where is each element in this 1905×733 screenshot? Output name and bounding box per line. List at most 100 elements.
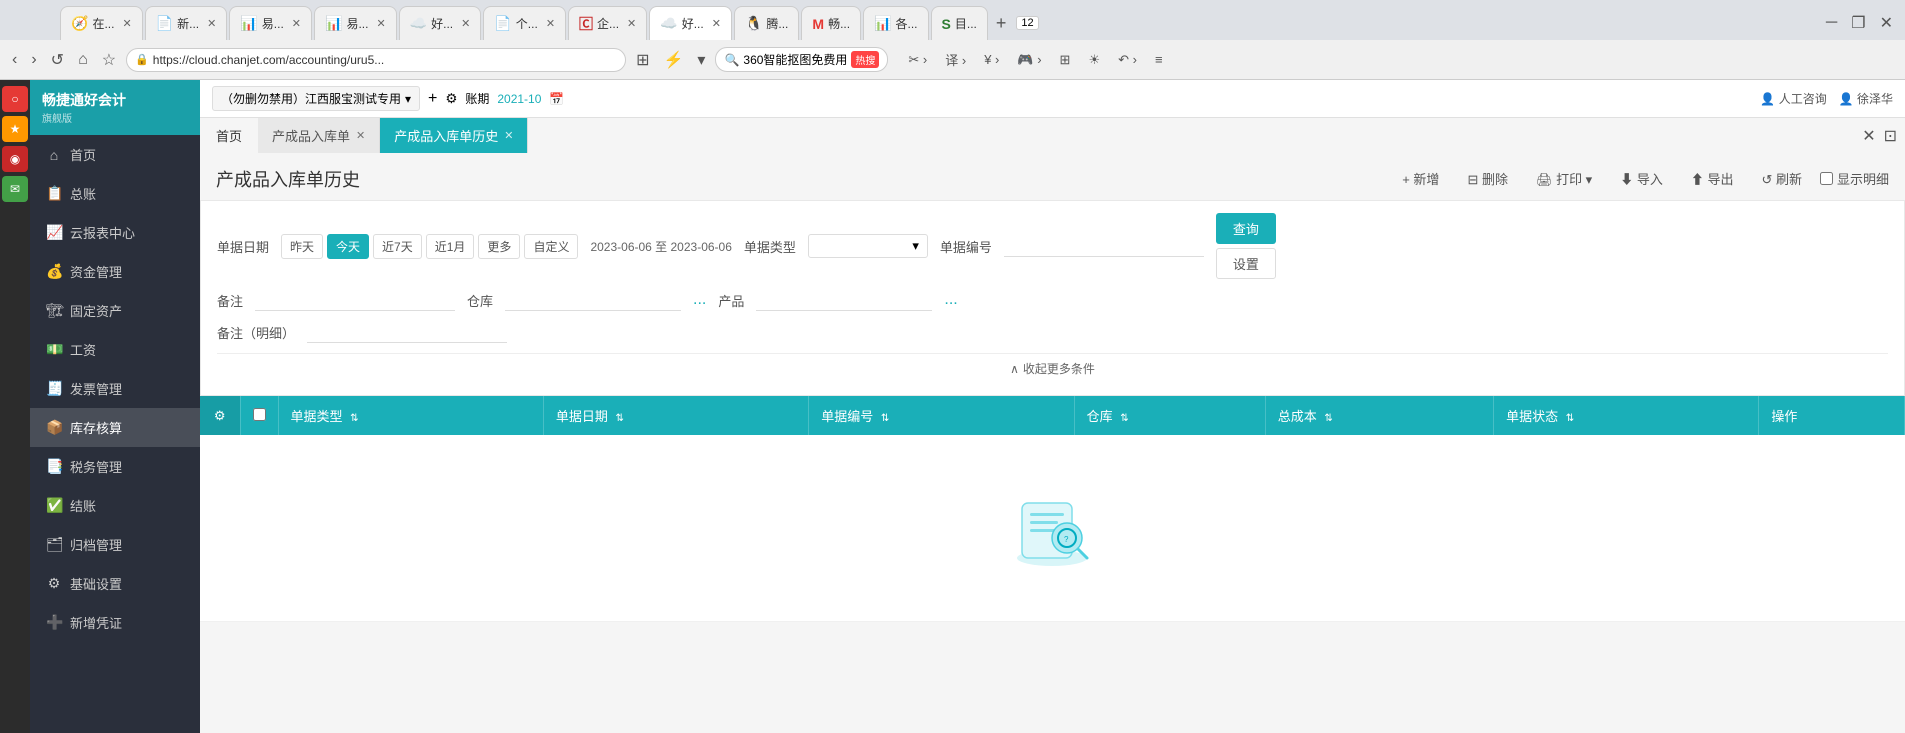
tab-8-close[interactable]: ✕ [712, 17, 721, 30]
export-button[interactable]: ⬆ 导出 [1681, 165, 1744, 192]
menu-button[interactable]: ≡ [1149, 50, 1169, 69]
breadcrumb-tab-list-close[interactable]: ✕ [356, 129, 365, 142]
product-input[interactable] [756, 289, 932, 311]
undo-button[interactable]: ↶ › [1112, 50, 1143, 70]
user-avatar[interactable]: 👤 徐泽华 [1839, 90, 1893, 107]
add-company-button[interactable]: + [428, 90, 437, 108]
warehouse-dots[interactable]: ... [693, 291, 706, 309]
th-type[interactable]: 单据类型 ⇅ [278, 396, 543, 435]
maximize-button[interactable]: ❐ [1847, 11, 1869, 35]
home-button[interactable]: ⌂ [74, 49, 92, 71]
period-value[interactable]: 2021-10 [497, 92, 541, 106]
settings-gear-button[interactable]: ⚙ [445, 91, 457, 107]
grid-button[interactable]: ⊞ [1054, 50, 1077, 70]
calendar-icon[interactable]: 📅 [549, 92, 564, 106]
tab-4[interactable]: 📊 易... ✕ [314, 6, 397, 40]
detail-note-input[interactable] [307, 321, 507, 343]
voucher-no-input[interactable] [1004, 235, 1204, 257]
print-button[interactable]: 🖨 打印 ▾ [1526, 165, 1602, 192]
breadcrumb-tab-history-close[interactable]: ✕ [504, 129, 513, 142]
display-detail-checkbox-label[interactable]: 显示明细 [1820, 169, 1889, 188]
search-box[interactable]: 🔍 360智能抠图免费用 热搜 [715, 47, 888, 72]
filter-settings-button[interactable]: 设置 [1216, 248, 1276, 279]
sidebar-item-reports[interactable]: 📈 云报表中心 [30, 213, 200, 252]
delete-button[interactable]: ⊟ 删除 [1457, 165, 1518, 192]
yuan-button[interactable]: ¥ › [978, 50, 1005, 69]
panel-expand-button[interactable]: ⊡ [1884, 126, 1897, 146]
th-cost[interactable]: 总成本 ⇅ [1265, 396, 1493, 435]
add-button[interactable]: + 新增 [1392, 165, 1449, 192]
tab-1-close[interactable]: ✕ [122, 17, 131, 30]
date-btn-yesterday[interactable]: 昨天 [281, 234, 323, 259]
flash-button[interactable]: ⚡ [659, 48, 687, 72]
sidebar-item-ledger[interactable]: 📋 总账 [30, 174, 200, 213]
tab-4-close[interactable]: ✕ [376, 17, 385, 30]
th-status[interactable]: 单据状态 ⇅ [1494, 396, 1759, 435]
sidebar-item-home[interactable]: ⌂ 首页 [30, 135, 200, 174]
date-btn-custom[interactable]: 自定义 [524, 234, 578, 259]
forward-button[interactable]: › [27, 49, 40, 71]
refresh-button[interactable]: ↺ 刷新 [1751, 165, 1812, 192]
theme-button[interactable]: ☀ [1082, 50, 1106, 70]
date-btn-week[interactable]: 近7天 [373, 234, 422, 259]
sidebar-item-settings[interactable]: ⚙ 基础设置 [30, 564, 200, 603]
collapse-button[interactable]: ∧ 收起更多条件 [217, 353, 1888, 383]
tab-10[interactable]: M 畅... [801, 6, 861, 40]
extensions-button[interactable]: ⊞ [632, 48, 653, 72]
tab-2-close[interactable]: ✕ [207, 17, 216, 30]
back-button[interactable]: ‹ [8, 49, 21, 71]
query-button[interactable]: 查询 [1216, 213, 1276, 244]
reload-button[interactable]: ↺ [47, 48, 68, 72]
panel-close-button[interactable]: ✕ [1862, 126, 1875, 146]
tab-7[interactable]: 🄲 企... ✕ [568, 6, 647, 40]
translate-button[interactable]: 译 › [939, 48, 972, 71]
import-button[interactable]: ⬇ 导入 [1610, 165, 1673, 192]
breadcrumb-tab-list[interactable]: 产成品入库单 ✕ [258, 118, 380, 153]
app-icon-1[interactable]: ○ [2, 86, 28, 112]
tab-3-close[interactable]: ✕ [292, 17, 301, 30]
app-icon-3[interactable]: ◉ [2, 146, 28, 172]
warehouse-input[interactable] [505, 289, 681, 311]
sidebar-item-invoice[interactable]: 🧾 发票管理 [30, 369, 200, 408]
note-input[interactable] [255, 289, 455, 311]
th-checkbox[interactable] [240, 396, 278, 435]
user-service-button[interactable]: 👤 人工咨询 [1760, 90, 1826, 107]
date-btn-today[interactable]: 今天 [327, 234, 369, 259]
sidebar-item-newbill[interactable]: ➕ 新增凭证 [30, 603, 200, 642]
tab-5-close[interactable]: ✕ [461, 17, 470, 30]
sidebar-item-checkout[interactable]: ✅ 结账 [30, 486, 200, 525]
tab-8[interactable]: ☁️ 好... ✕ [649, 6, 732, 40]
select-all-checkbox[interactable] [253, 408, 266, 421]
date-btn-more[interactable]: 更多 [478, 234, 520, 259]
tab-9[interactable]: 🐧 腾... [734, 6, 799, 40]
sidebar-item-funds[interactable]: 💰 资金管理 [30, 252, 200, 291]
new-tab-button[interactable]: + [990, 13, 1013, 34]
th-warehouse[interactable]: 仓库 ⇅ [1074, 396, 1265, 435]
close-button[interactable]: ✕ [1876, 11, 1897, 35]
voucher-type-dropdown[interactable]: ▾ [808, 234, 928, 258]
th-gear[interactable]: ⚙ [200, 396, 240, 435]
product-dots[interactable]: ... [944, 291, 957, 309]
breadcrumb-tab-history[interactable]: 产成品入库单历史 ✕ [380, 118, 528, 153]
scissors-button[interactable]: ✂ › [902, 50, 933, 70]
date-btn-month[interactable]: 近1月 [426, 234, 475, 259]
tab-7-close[interactable]: ✕ [627, 17, 636, 30]
th-no[interactable]: 单据编号 ⇅ [809, 396, 1074, 435]
tab-5[interactable]: ☁️ 好... ✕ [399, 6, 482, 40]
tab-11[interactable]: 📊 各... [863, 6, 928, 40]
display-detail-checkbox[interactable] [1820, 172, 1833, 185]
tab-6-close[interactable]: ✕ [546, 17, 555, 30]
minimize-button[interactable]: ─ [1822, 12, 1841, 34]
tab-6[interactable]: 📄 个... ✕ [483, 6, 566, 40]
sidebar-item-fixed[interactable]: 🏗 固定资产 [30, 291, 200, 330]
tab-3[interactable]: 📊 易... ✕ [229, 6, 312, 40]
sidebar-item-archive[interactable]: 🗂 归档管理 [30, 525, 200, 564]
breadcrumb-home[interactable]: 首页 [200, 118, 258, 153]
dropdown-button[interactable]: ▾ [693, 48, 709, 72]
company-selector[interactable]: （勿删勿禁用）江西服宝测试专用 ▾ [212, 86, 420, 111]
th-date[interactable]: 单据日期 ⇅ [543, 396, 808, 435]
tab-2[interactable]: 📄 新... ✕ [145, 6, 228, 40]
sidebar-item-tax[interactable]: 📑 税务管理 [30, 447, 200, 486]
app-icon-2[interactable]: ★ [2, 116, 28, 142]
bookmark-button[interactable]: ☆ [98, 48, 120, 72]
